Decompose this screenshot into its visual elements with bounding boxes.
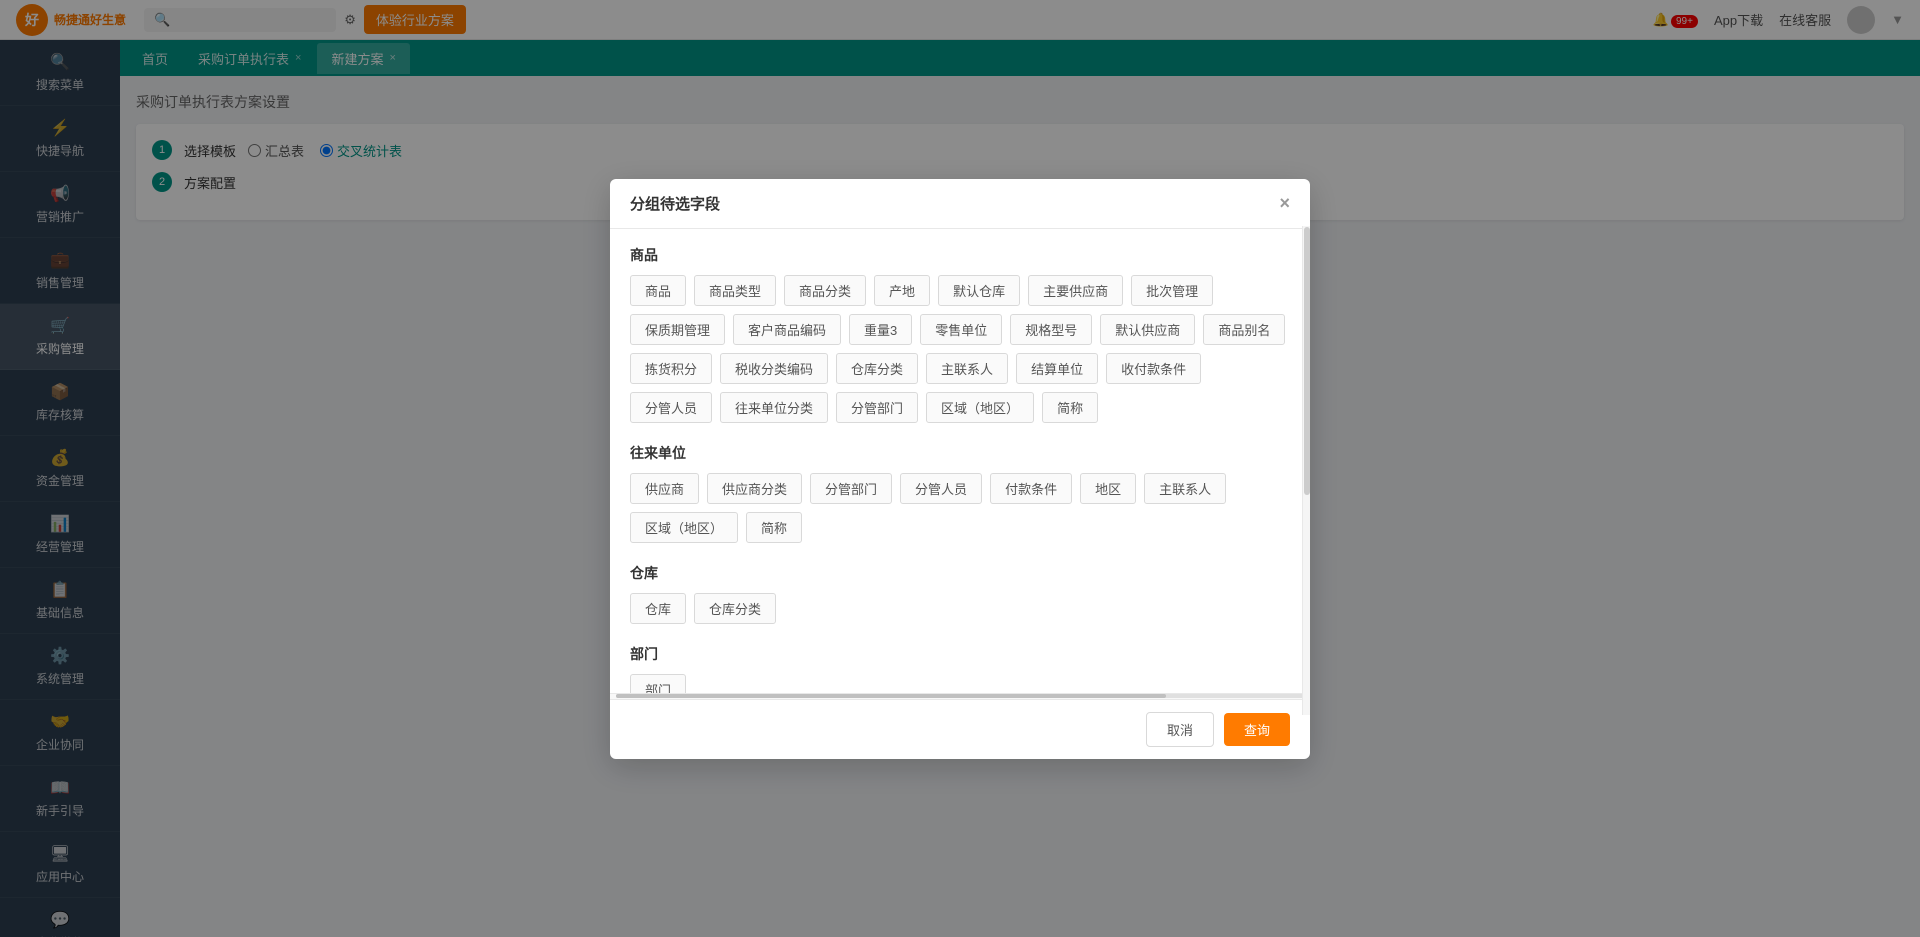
modal: 分组待选字段 × 商品 商品 商品类型 商品分类 产地 默认仓库 主要供应商 批… bbox=[610, 179, 1310, 759]
tag-main-supplier[interactable]: 主要供应商 bbox=[1028, 275, 1123, 306]
warehouse-tags: 仓库 仓库分类 bbox=[630, 593, 1290, 624]
tag-retail-unit[interactable]: 零售单位 bbox=[920, 314, 1002, 345]
tag-tax-code[interactable]: 税收分类编码 bbox=[720, 353, 828, 384]
section-products-title: 商品 bbox=[630, 245, 1290, 265]
tag-product-type[interactable]: 商品类型 bbox=[694, 275, 776, 306]
section-warehouse: 仓库 仓库 仓库分类 bbox=[630, 563, 1290, 624]
modal-body[interactable]: 商品 商品 商品类型 商品分类 产地 默认仓库 主要供应商 批次管理 保质期管理… bbox=[610, 229, 1310, 693]
modal-title: 分组待选字段 bbox=[630, 193, 720, 214]
tag-short-name[interactable]: 简称 bbox=[1042, 392, 1098, 423]
modal-scrollbar-vertical[interactable] bbox=[1302, 226, 1310, 715]
tag-managed-person[interactable]: 分管人员 bbox=[900, 473, 982, 504]
tag-dept[interactable]: 分管部门 bbox=[836, 392, 918, 423]
tag-default-supplier[interactable]: 默认供应商 bbox=[1100, 314, 1195, 345]
tag-payment-terms[interactable]: 收付款条件 bbox=[1106, 353, 1201, 384]
section-partner: 往来单位 供应商 供应商分类 分管部门 分管人员 付款条件 地区 主联系人 区域… bbox=[630, 443, 1290, 543]
modal-header: 分组待选字段 × bbox=[610, 179, 1310, 229]
tag-region2[interactable]: 区域（地区） bbox=[630, 512, 738, 543]
tag-product-alias[interactable]: 商品别名 bbox=[1203, 314, 1285, 345]
tag-product[interactable]: 商品 bbox=[630, 275, 686, 306]
tag-expiry-mgmt[interactable]: 保质期管理 bbox=[630, 314, 725, 345]
products-tags: 商品 商品类型 商品分类 产地 默认仓库 主要供应商 批次管理 保质期管理 客户… bbox=[630, 275, 1290, 423]
modal-overlay[interactable]: 分组待选字段 × 商品 商品 商品类型 商品分类 产地 默认仓库 主要供应商 批… bbox=[0, 0, 1920, 937]
tag-default-warehouse[interactable]: 默认仓库 bbox=[938, 275, 1020, 306]
tag-supplier[interactable]: 供应商 bbox=[630, 473, 699, 504]
partner-tags: 供应商 供应商分类 分管部门 分管人员 付款条件 地区 主联系人 区域（地区） … bbox=[630, 473, 1290, 543]
tag-warehouse[interactable]: 仓库 bbox=[630, 593, 686, 624]
tag-origin[interactable]: 产地 bbox=[874, 275, 930, 306]
tag-spec-model[interactable]: 规格型号 bbox=[1010, 314, 1092, 345]
tag-area[interactable]: 地区 bbox=[1080, 473, 1136, 504]
tag-weight[interactable]: 重量3 bbox=[849, 314, 912, 345]
section-department-title: 部门 bbox=[630, 644, 1290, 664]
tag-supplier-category[interactable]: 供应商分类 bbox=[707, 473, 802, 504]
tag-product-category[interactable]: 商品分类 bbox=[784, 275, 866, 306]
confirm-button[interactable]: 查询 bbox=[1224, 713, 1290, 746]
tag-settlement-unit[interactable]: 结算单位 bbox=[1016, 353, 1098, 384]
tag-batch-mgmt[interactable]: 批次管理 bbox=[1131, 275, 1213, 306]
tag-pay-terms[interactable]: 付款条件 bbox=[990, 473, 1072, 504]
section-products: 商品 商品 商品类型 商品分类 产地 默认仓库 主要供应商 批次管理 保质期管理… bbox=[630, 245, 1290, 423]
modal-footer: 取消 查询 bbox=[610, 699, 1310, 759]
tag-warehouse-cat[interactable]: 仓库分类 bbox=[694, 593, 776, 624]
tag-pick-points[interactable]: 拣货积分 bbox=[630, 353, 712, 384]
tag-main-contact[interactable]: 主联系人 bbox=[926, 353, 1008, 384]
section-warehouse-title: 仓库 bbox=[630, 563, 1290, 583]
tag-department[interactable]: 部门 bbox=[630, 674, 686, 693]
tag-customer-code[interactable]: 客户商品编码 bbox=[733, 314, 841, 345]
section-partner-title: 往来单位 bbox=[630, 443, 1290, 463]
tag-manager[interactable]: 分管人员 bbox=[630, 392, 712, 423]
department-tags: 部门 bbox=[630, 674, 1290, 693]
cancel-button[interactable]: 取消 bbox=[1146, 712, 1214, 747]
tag-managed-dept[interactable]: 分管部门 bbox=[810, 473, 892, 504]
tag-warehouse-category[interactable]: 仓库分类 bbox=[836, 353, 918, 384]
section-department: 部门 部门 bbox=[630, 644, 1290, 693]
tag-region[interactable]: 区域（地区） bbox=[926, 392, 1034, 423]
tag-partner-category[interactable]: 往来单位分类 bbox=[720, 392, 828, 423]
tag-main-contact2[interactable]: 主联系人 bbox=[1144, 473, 1226, 504]
modal-close-button[interactable]: × bbox=[1279, 193, 1290, 214]
tag-abbr[interactable]: 简称 bbox=[746, 512, 802, 543]
modal-scrollbar-horizontal[interactable] bbox=[610, 693, 1310, 699]
